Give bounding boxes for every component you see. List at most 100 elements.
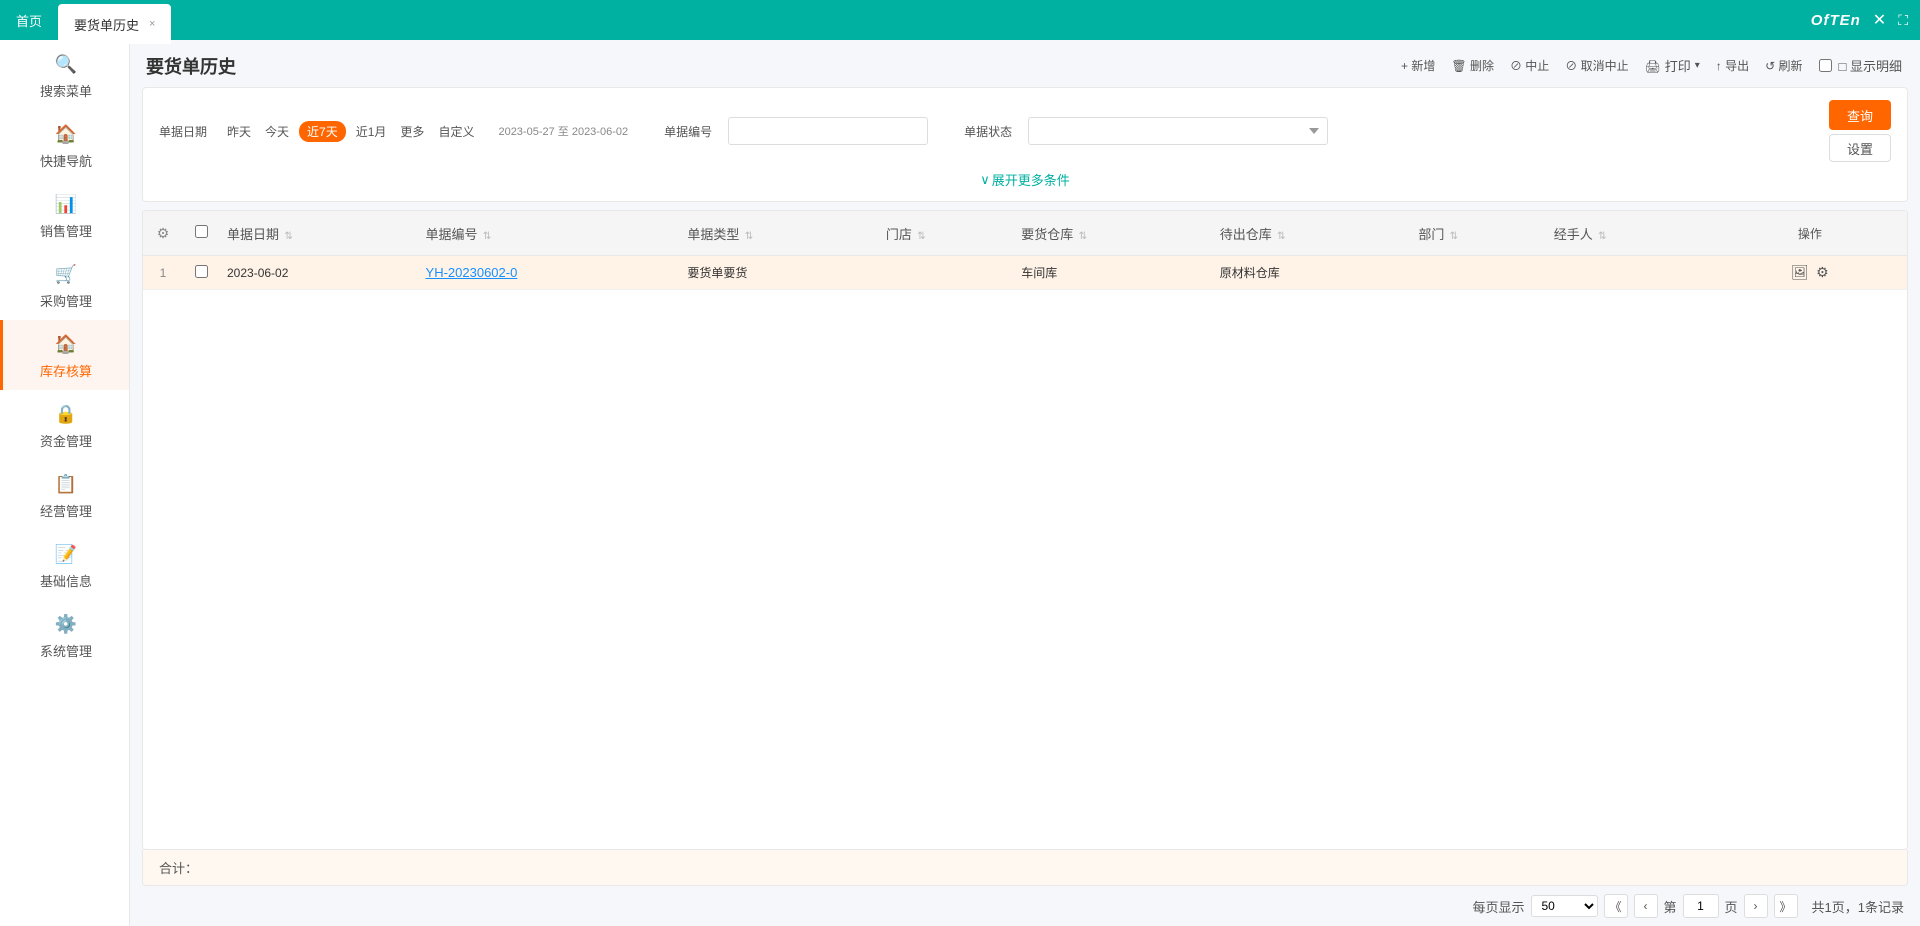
sales-mgmt-icon: 📊 <box>55 194 77 215</box>
show-detail-button[interactable]: □ 显示明细 <box>1817 52 1904 79</box>
sidebar-item-sales-mgmt[interactable]: 📊 销售管理 <box>0 180 129 250</box>
tab-home-label: 首页 <box>16 11 42 30</box>
sidebar-label-basic-info: 基础信息 <box>40 571 92 590</box>
date-btn-7days[interactable]: 近7天 <box>299 121 346 142</box>
close-window-icon[interactable]: ✕ <box>1873 10 1886 30</box>
handler-sort-icon: ⇅ <box>1598 231 1606 242</box>
next-page-button[interactable]: › <box>1744 894 1768 918</box>
col-checkbox <box>183 211 219 256</box>
show-detail-checkbox[interactable] <box>1819 59 1832 72</box>
sidebar-label-operations-mgmt: 经营管理 <box>40 501 92 520</box>
date-btn-1month[interactable]: 近1月 <box>352 121 391 142</box>
col-actions: 操作 <box>1713 211 1907 256</box>
export-button[interactable]: ↑ 导出 <box>1714 53 1751 78</box>
filter-date-range: 2023-05-27 至 2023-06-02 <box>498 123 628 139</box>
col-doc-num[interactable]: 单据编号 ⇅ <box>418 211 680 256</box>
row-edit-icon[interactable]: 🖼 <box>1791 264 1809 280</box>
col-pending-warehouse[interactable]: 待出仓库 ⇅ <box>1212 211 1411 256</box>
doc-date-sort-icon: ⇅ <box>284 231 292 242</box>
doc-num-sort-icon: ⇅ <box>483 231 491 242</box>
req-warehouse-sort-icon: ⇅ <box>1079 231 1087 242</box>
cell-actions: 🖼 ⚙ <box>1713 256 1907 290</box>
cell-department <box>1410 256 1545 290</box>
query-button[interactable]: 查询 <box>1829 100 1891 130</box>
page-num-input[interactable] <box>1683 894 1719 918</box>
main-layout: 🔍 搜索菜单 🏠 快捷导航 📊 销售管理 🛒 采购管理 🏠 库存核算 🔒 资金管… <box>0 40 1920 926</box>
sidebar-label-purchase-mgmt: 采购管理 <box>40 291 92 310</box>
top-bar-right: OfTEn ✕ ⛶ <box>1811 10 1920 30</box>
col-settings: ⚙ <box>143 211 183 256</box>
date-btn-more[interactable]: 更多 <box>396 121 428 142</box>
page-suffix: 页 <box>1725 897 1738 916</box>
print-button[interactable]: 🖨 打印 ▾ <box>1643 52 1702 79</box>
row-checkbox[interactable] <box>195 265 208 278</box>
system-mgmt-icon: ⚙️ <box>55 614 77 635</box>
col-doc-type[interactable]: 单据类型 ⇅ <box>679 211 878 256</box>
column-settings-icon[interactable]: ⚙ <box>151 221 175 245</box>
sidebar-item-inventory[interactable]: 🏠 库存核算 <box>0 320 129 390</box>
tab-close-icon[interactable]: × <box>149 18 155 30</box>
prev-page-button[interactable]: ‹ <box>1634 894 1658 918</box>
delete-button[interactable]: 🗑 删除 <box>1449 53 1496 78</box>
sidebar-label-finance-mgmt: 资金管理 <box>40 431 92 450</box>
sidebar-label-quick-nav: 快捷导航 <box>40 151 92 170</box>
data-table: ⚙ 单据日期 ⇅ 单据编号 ⇅ <box>143 211 1907 290</box>
date-btn-today[interactable]: 今天 <box>261 121 293 142</box>
footer-total-label: 合计： <box>159 858 198 877</box>
sidebar-label-inventory: 库存核算 <box>40 361 92 380</box>
cancel-stop-button[interactable]: ⊘ 取消中止 <box>1563 53 1630 78</box>
first-page-button[interactable]: 《 <box>1604 894 1628 918</box>
cell-handler <box>1546 256 1713 290</box>
print-label: 🖨 打印 <box>1645 56 1691 75</box>
date-btn-custom[interactable]: 自定义 <box>434 121 478 142</box>
filter-doc-status-label: 单据状态 <box>964 123 1012 140</box>
expand-filter-btn[interactable]: ∨ 展开更多条件 <box>159 170 1891 189</box>
col-department[interactable]: 部门 ⇅ <box>1410 211 1545 256</box>
sidebar-item-quick-nav[interactable]: 🏠 快捷导航 <box>0 110 129 180</box>
select-all-checkbox[interactable] <box>195 225 208 238</box>
doc-num-link[interactable]: YH-20230602-0 <box>426 265 518 280</box>
fullscreen-icon[interactable]: ⛶ <box>1898 12 1908 29</box>
settings-button[interactable]: 设置 <box>1829 134 1891 162</box>
tab-history[interactable]: 要货单历史 × <box>58 4 171 44</box>
sidebar-item-basic-info[interactable]: 📝 基础信息 <box>0 530 129 600</box>
filter-doc-status-select[interactable] <box>1028 117 1328 145</box>
sidebar-item-system-mgmt[interactable]: ⚙️ 系统管理 <box>0 600 129 670</box>
store-sort-icon: ⇅ <box>917 231 925 242</box>
cell-checkbox <box>183 256 219 290</box>
department-sort-icon: ⇅ <box>1450 231 1458 242</box>
tab-home[interactable]: 首页 <box>0 0 58 40</box>
stop-button[interactable]: ⊘ 中止 <box>1508 53 1551 78</box>
col-req-warehouse[interactable]: 要货仓库 ⇅ <box>1013 211 1212 256</box>
filter-date-label: 单据日期 <box>159 123 207 140</box>
filter-row: 单据日期 昨天 今天 近7天 近1月 更多 自定义 2023-05-27 至 2… <box>159 100 1891 162</box>
sidebar-label-sales-mgmt: 销售管理 <box>40 221 92 240</box>
col-doc-date[interactable]: 单据日期 ⇅ <box>219 211 418 256</box>
cell-doc-num: YH-20230602-0 <box>418 256 680 290</box>
sidebar-item-operations-mgmt[interactable]: 📋 经营管理 <box>0 460 129 530</box>
sidebar-label-search-menu: 搜索菜单 <box>40 81 92 100</box>
print-dropdown-icon[interactable]: ▾ <box>1695 60 1700 71</box>
col-store[interactable]: 门店 ⇅ <box>878 211 1013 256</box>
col-handler[interactable]: 经手人 ⇅ <box>1546 211 1713 256</box>
refresh-button[interactable]: ↺ 刷新 <box>1763 53 1804 78</box>
expand-icon: ∨ <box>980 172 990 188</box>
cell-doc-type: 要货单要货 <box>679 256 878 290</box>
filter-doc-num-label: 单据编号 <box>664 123 712 140</box>
date-btn-yesterday[interactable]: 昨天 <box>223 121 255 142</box>
row-more-icon[interactable]: ⚙ <box>1816 264 1829 280</box>
finance-mgmt-icon: 🔒 <box>55 404 77 425</box>
filter-doc-num-input[interactable] <box>728 117 928 145</box>
new-button[interactable]: + 新增 <box>1399 53 1437 78</box>
page-size-select[interactable]: 50 20 100 <box>1531 895 1598 917</box>
cell-store <box>878 256 1013 290</box>
expand-label: 展开更多条件 <box>992 170 1070 189</box>
sidebar-item-finance-mgmt[interactable]: 🔒 资金管理 <box>0 390 129 460</box>
last-page-button[interactable]: 》 <box>1774 894 1798 918</box>
sidebar-item-purchase-mgmt[interactable]: 🛒 采购管理 <box>0 250 129 320</box>
sidebar-item-search-menu[interactable]: 🔍 搜索菜单 <box>0 40 129 110</box>
doc-type-sort-icon: ⇅ <box>745 231 753 242</box>
operations-mgmt-icon: 📋 <box>55 474 77 495</box>
page-label: 第 <box>1664 897 1677 916</box>
table-row: 1 2023-06-02 YH-20230602-0 要货单要货 车间库 原材料… <box>143 256 1907 290</box>
